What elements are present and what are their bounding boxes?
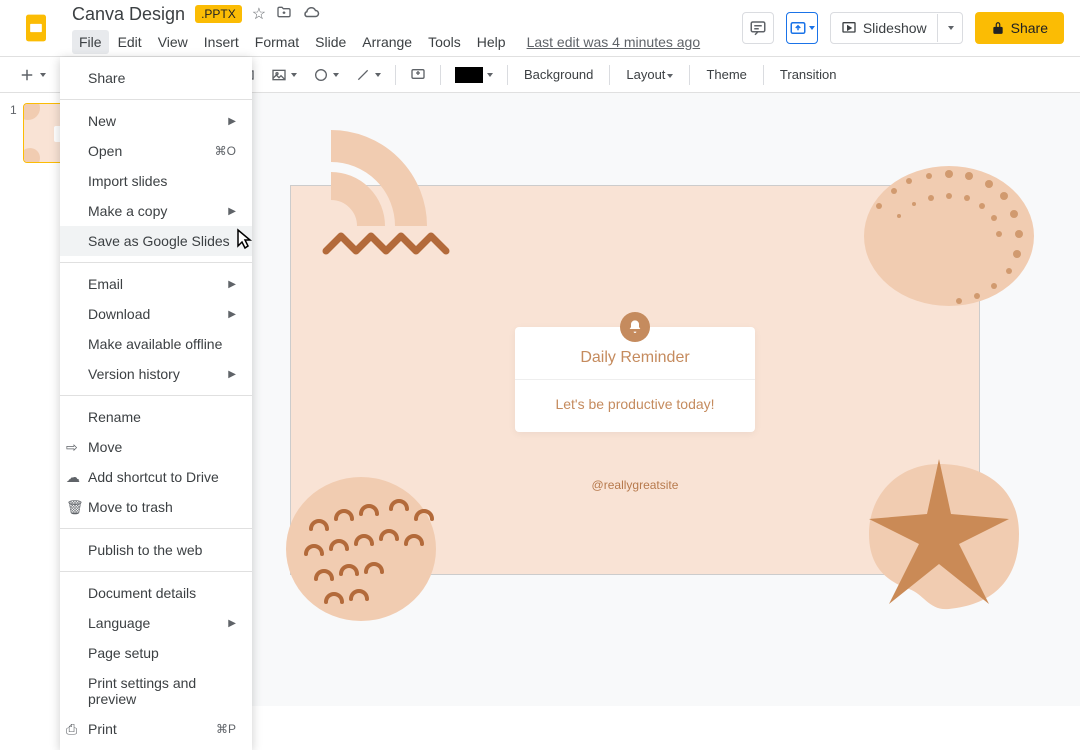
menu-email[interactable]: Email▶ <box>60 269 252 299</box>
menu-add-shortcut[interactable]: ☁Add shortcut to Drive <box>60 462 252 492</box>
card-body: Let's be productive today! <box>515 380 755 432</box>
background-button[interactable]: Background <box>516 63 601 86</box>
star-icon[interactable]: ☆ <box>252 4 266 24</box>
pptx-badge: .PPTX <box>195 5 242 23</box>
slideshow-button[interactable]: Slideshow <box>830 12 963 44</box>
reminder-card: Daily Reminder Let's be productive today… <box>515 327 755 432</box>
slide-number: 1 <box>10 103 17 163</box>
trash-icon: 🗑 <box>66 499 84 516</box>
bell-icon <box>620 312 650 342</box>
slides-logo[interactable] <box>16 8 56 48</box>
line-tool[interactable] <box>349 63 387 87</box>
menu-slide[interactable]: Slide <box>308 30 353 54</box>
menu-open[interactable]: Open⌘O <box>60 136 252 166</box>
shape-tool[interactable] <box>307 63 345 87</box>
layout-button[interactable]: Layout <box>618 63 681 86</box>
canvas-area[interactable]: Daily Reminder Let's be productive today… <box>190 93 1080 706</box>
menu-view[interactable]: View <box>151 30 195 54</box>
menu-version-history[interactable]: Version history▶ <box>60 359 252 389</box>
decorative-blob-top-right <box>839 156 1039 326</box>
menu-print-settings[interactable]: Print settings and preview <box>60 668 252 714</box>
share-button[interactable]: Share <box>975 12 1064 44</box>
menu-trash[interactable]: 🗑Move to trash <box>60 492 252 522</box>
transition-button[interactable]: Transition <box>772 63 845 86</box>
menu-tools[interactable]: Tools <box>421 30 468 54</box>
menu-make-copy[interactable]: Make a copy▶ <box>60 196 252 226</box>
print-icon: ⎙ <box>66 721 77 738</box>
folder-move-icon: ⇨ <box>66 439 78 456</box>
slide-canvas[interactable]: Daily Reminder Let's be productive today… <box>290 185 980 575</box>
decorative-blob-bottom-left <box>281 454 461 634</box>
handle-text: @reallygreatsite <box>592 478 679 492</box>
menu-share[interactable]: Share <box>60 63 252 93</box>
menu-save-as-google-slides[interactable]: Save as Google Slides <box>60 226 252 256</box>
cursor-pointer-icon <box>232 228 254 259</box>
menu-doc-details[interactable]: Document details <box>60 578 252 608</box>
header: Canva Design .PPTX ☆ File Edit View Inse… <box>0 0 1080 57</box>
menu-insert[interactable]: Insert <box>197 30 246 54</box>
menu-page-setup[interactable]: Page setup <box>60 638 252 668</box>
menu-edit[interactable]: Edit <box>111 30 149 54</box>
decorative-star <box>859 454 1019 614</box>
menu-offline[interactable]: Make available offline <box>60 329 252 359</box>
slideshow-label: Slideshow <box>863 20 927 36</box>
drive-shortcut-icon: ☁ <box>66 469 80 486</box>
document-title[interactable]: Canva Design <box>72 4 185 25</box>
menu-new[interactable]: New▶ <box>60 106 252 136</box>
share-label: Share <box>1011 20 1048 36</box>
menu-format[interactable]: Format <box>248 30 306 54</box>
menu-arrange[interactable]: Arrange <box>355 30 419 54</box>
image-tool[interactable] <box>265 63 303 87</box>
decorative-zigzag <box>321 226 451 266</box>
menubar: File Edit View Insert Format Slide Arran… <box>72 30 742 54</box>
menu-publish[interactable]: Publish to the web <box>60 535 252 565</box>
last-edit-link[interactable]: Last edit was 4 minutes ago <box>527 34 701 50</box>
menu-move[interactable]: ⇨Move <box>60 432 252 462</box>
comment-tool[interactable] <box>404 63 432 87</box>
present-meet-icon[interactable] <box>786 12 818 44</box>
move-folder-icon[interactable] <box>276 4 292 25</box>
slideshow-dropdown-icon[interactable] <box>938 13 962 43</box>
theme-button[interactable]: Theme <box>698 63 754 86</box>
menu-rename[interactable]: Rename <box>60 402 252 432</box>
menu-import-slides[interactable]: Import slides <box>60 166 252 196</box>
menu-download[interactable]: Download▶ <box>60 299 252 329</box>
menu-language[interactable]: Language▶ <box>60 608 252 638</box>
file-menu-dropdown: Share New▶ Open⌘O Import slides Make a c… <box>60 57 252 750</box>
fill-swatch[interactable] <box>449 63 499 87</box>
cloud-status-icon[interactable] <box>302 3 320 26</box>
new-slide-button[interactable] <box>12 62 52 88</box>
comment-history-icon[interactable] <box>742 12 774 44</box>
menu-print[interactable]: ⎙Print⌘P <box>60 714 252 744</box>
menu-help[interactable]: Help <box>470 30 513 54</box>
menu-file[interactable]: File <box>72 30 109 54</box>
